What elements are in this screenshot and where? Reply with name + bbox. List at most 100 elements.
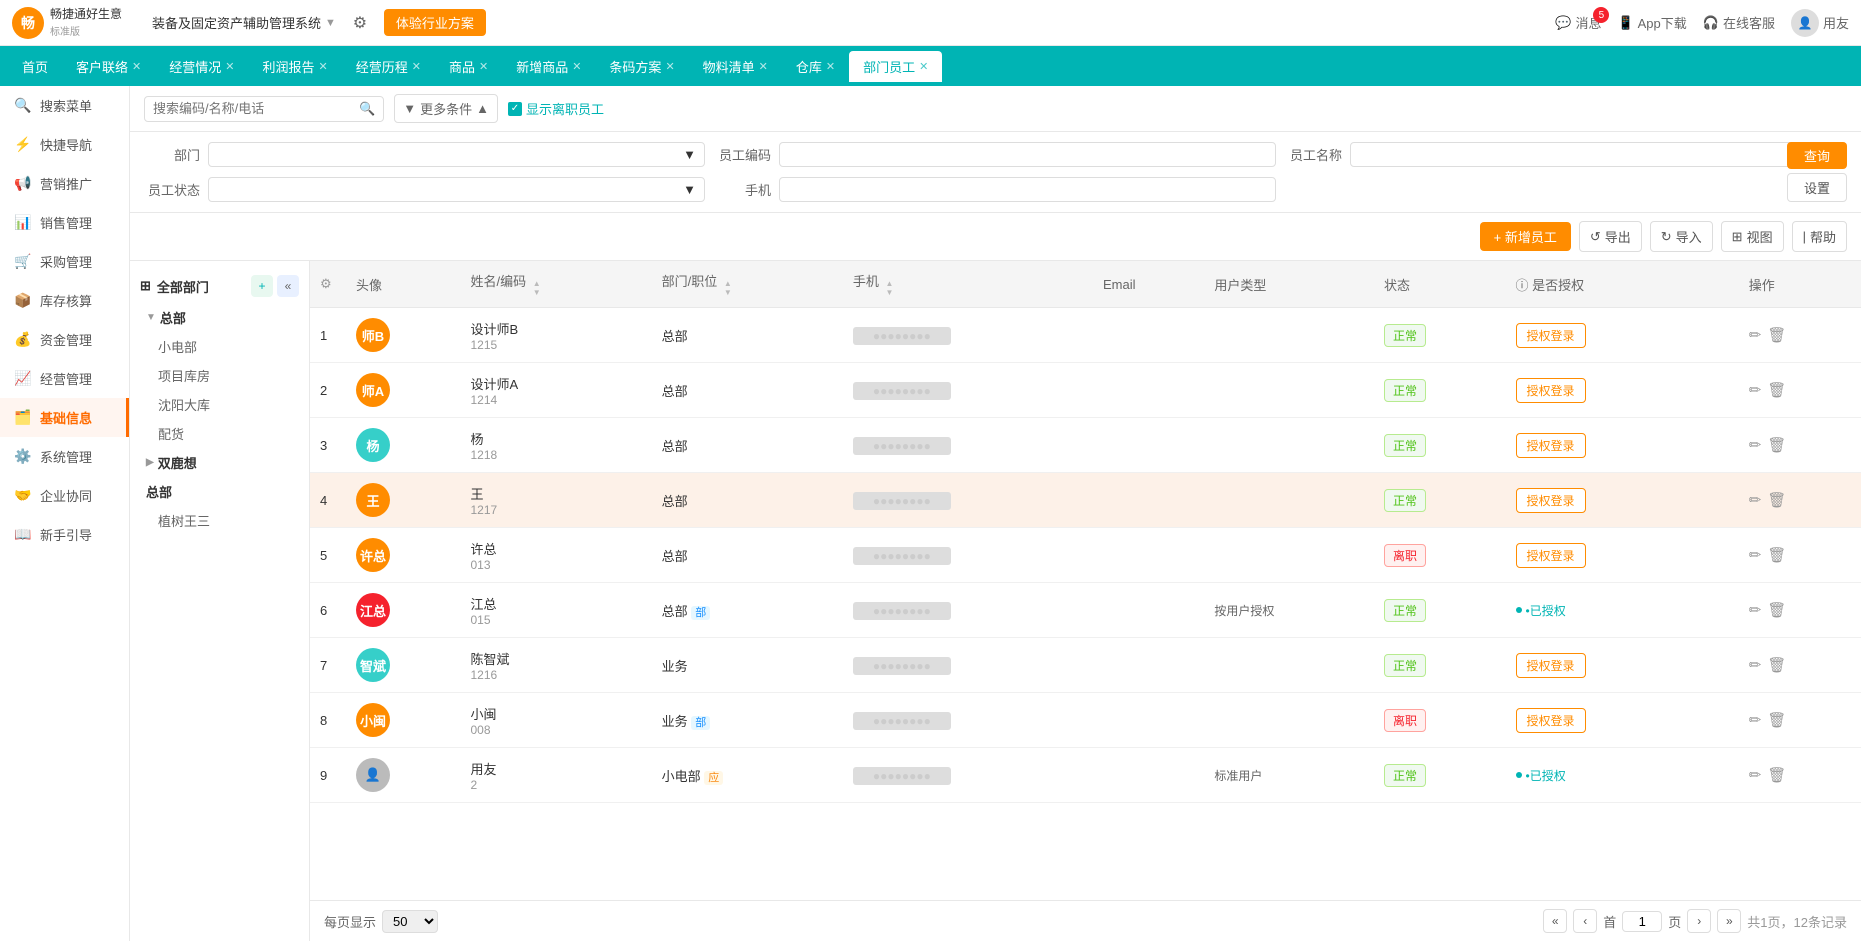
sidebar-item-新手引导[interactable]: 📖新手引导 bbox=[0, 515, 129, 554]
emp-code-input[interactable] bbox=[779, 142, 1276, 167]
more-button[interactable]: | 帮助 bbox=[1792, 221, 1847, 252]
dept-tree-node[interactable]: ▶双鹿想 bbox=[130, 448, 309, 477]
search-icon[interactable]: 🔍 bbox=[359, 101, 375, 117]
view-button[interactable]: ⊞ 视图 bbox=[1721, 221, 1784, 252]
dept-tree-node[interactable]: 植树王三 bbox=[130, 506, 309, 535]
dept-tree-node[interactable]: 总部 bbox=[130, 477, 309, 506]
nav-tab-close-icon[interactable]: ✕ bbox=[412, 60, 421, 73]
sidebar-item-资金管理[interactable]: 💰资金管理 bbox=[0, 320, 129, 359]
auth-button[interactable]: 授权登录 bbox=[1516, 433, 1586, 458]
sidebar-item-搜索菜单[interactable]: 🔍搜索菜单 bbox=[0, 86, 129, 125]
name-sort-icon[interactable]: ▲ ▼ bbox=[533, 280, 541, 297]
sidebar-item-系统管理[interactable]: ⚙️系统管理 bbox=[0, 437, 129, 476]
nav-tab-close-icon[interactable]: ✕ bbox=[826, 60, 835, 73]
nav-tab[interactable]: 经营情况✕ bbox=[155, 51, 248, 82]
nav-tab[interactable]: 部门员工✕ bbox=[849, 51, 942, 82]
auth-button[interactable]: 授权登录 bbox=[1516, 488, 1586, 513]
online-service-button[interactable]: 🎧 在线客服 bbox=[1703, 13, 1775, 32]
nav-tab-close-icon[interactable]: ✕ bbox=[225, 60, 234, 73]
edit-icon[interactable]: ✏ bbox=[1749, 601, 1762, 619]
delete-icon[interactable]: 🗑 bbox=[1767, 326, 1786, 344]
nav-tab-close-icon[interactable]: ✕ bbox=[319, 60, 328, 73]
delete-icon[interactable]: 🗑 bbox=[1767, 491, 1786, 509]
sidebar-item-基础信息[interactable]: 🗂️基础信息 bbox=[0, 398, 129, 437]
edit-icon[interactable]: ✏ bbox=[1749, 491, 1762, 509]
sidebar-item-快捷导航[interactable]: ⚡快捷导航 bbox=[0, 125, 129, 164]
reset-button[interactable]: 设置 bbox=[1787, 173, 1847, 202]
nav-tab[interactable]: 新增商品✕ bbox=[502, 51, 595, 82]
phone-sort-icon[interactable]: ▲ ▼ bbox=[886, 280, 894, 297]
delete-icon[interactable]: 🗑 bbox=[1767, 766, 1786, 784]
nav-tab[interactable]: 利润报告✕ bbox=[248, 51, 341, 82]
delete-icon[interactable]: 🗑 bbox=[1767, 381, 1786, 399]
app-download-button[interactable]: 📱 App下载 bbox=[1617, 13, 1686, 32]
system-title[interactable]: 装备及固定资产辅助管理系统 ▼ bbox=[152, 13, 336, 32]
page-size-select[interactable]: 50 100 bbox=[382, 910, 438, 933]
edit-icon[interactable]: ✏ bbox=[1749, 436, 1762, 454]
sidebar-item-库存核算[interactable]: 📦库存核算 bbox=[0, 281, 129, 320]
delete-icon[interactable]: 🗑 bbox=[1767, 436, 1786, 454]
message-button[interactable]: 💬 消息 5 bbox=[1555, 13, 1601, 32]
nav-tab-close-icon[interactable]: ✕ bbox=[572, 60, 581, 73]
show-resigned-checkbox[interactable]: ✓ 显示离职员工 bbox=[508, 99, 604, 118]
next-page-button[interactable]: › bbox=[1687, 909, 1711, 933]
edit-icon[interactable]: ✏ bbox=[1749, 326, 1762, 344]
first-page-button[interactable]: « bbox=[1543, 909, 1567, 933]
dept-select[interactable]: ▼ bbox=[208, 142, 705, 167]
th-phone[interactable]: 手机 ▲ ▼ bbox=[843, 261, 1093, 308]
search-input[interactable] bbox=[153, 101, 353, 116]
last-page-button[interactable]: » bbox=[1717, 909, 1741, 933]
add-employee-button[interactable]: + 新增员工 bbox=[1480, 222, 1571, 251]
auth-button[interactable]: 授权登录 bbox=[1516, 378, 1586, 403]
dept-add-icon[interactable]: + bbox=[251, 275, 273, 297]
prev-page-button[interactable]: ‹ bbox=[1573, 909, 1597, 933]
nav-tab[interactable]: 条码方案✕ bbox=[595, 51, 688, 82]
edit-icon[interactable]: ✏ bbox=[1749, 546, 1762, 564]
search-input-wrap[interactable]: 🔍 bbox=[144, 96, 384, 122]
nav-tab[interactable]: 客户联络✕ bbox=[62, 51, 155, 82]
delete-icon[interactable]: 🗑 bbox=[1767, 546, 1786, 564]
nav-tab[interactable]: 商品✕ bbox=[435, 51, 502, 82]
auth-button[interactable]: 授权登录 bbox=[1516, 543, 1586, 568]
dept-tree-node[interactable]: 项目库房 bbox=[130, 361, 309, 390]
nav-tab-close-icon[interactable]: ✕ bbox=[665, 60, 674, 73]
emp-name-input[interactable] bbox=[1350, 142, 1847, 167]
dept-collapse-icon[interactable]: « bbox=[277, 275, 299, 297]
delete-icon[interactable]: 🗑 bbox=[1767, 601, 1786, 619]
delete-icon[interactable]: 🗑 bbox=[1767, 656, 1786, 674]
nav-tab-close-icon[interactable]: ✕ bbox=[132, 60, 141, 73]
page-number-input[interactable] bbox=[1622, 911, 1662, 932]
nav-tab[interactable]: 物料清单✕ bbox=[689, 51, 782, 82]
sidebar-item-采购管理[interactable]: 🛒采购管理 bbox=[0, 242, 129, 281]
delete-icon[interactable]: 🗑 bbox=[1767, 711, 1786, 729]
nav-tab-close-icon[interactable]: ✕ bbox=[759, 60, 768, 73]
th-dept-position[interactable]: 部门/职位 ▲ ▼ bbox=[652, 261, 843, 308]
edit-icon[interactable]: ✏ bbox=[1749, 711, 1762, 729]
edit-icon[interactable]: ✏ bbox=[1749, 766, 1762, 784]
auth-button[interactable]: 授权登录 bbox=[1516, 708, 1586, 733]
nav-tab-close-icon[interactable]: ✕ bbox=[479, 60, 488, 73]
user-menu[interactable]: 👤 用友 bbox=[1791, 9, 1849, 37]
sidebar-item-企业协同[interactable]: 🤝企业协同 bbox=[0, 476, 129, 515]
sidebar-item-营销推广[interactable]: 📢营销推广 bbox=[0, 164, 129, 203]
emp-status-select[interactable]: ▼ bbox=[208, 177, 705, 202]
nav-tab[interactable]: 首页 bbox=[8, 51, 62, 82]
auth-button[interactable]: 授权登录 bbox=[1516, 653, 1586, 678]
search-button[interactable]: 查询 bbox=[1787, 142, 1847, 169]
dept-tree-node[interactable]: 沈阳大库 bbox=[130, 390, 309, 419]
filter-more-button[interactable]: ▼ 更多条件 ▲ bbox=[394, 94, 498, 123]
sidebar-item-销售管理[interactable]: 📊销售管理 bbox=[0, 203, 129, 242]
phone-input[interactable] bbox=[779, 177, 1276, 202]
sidebar-item-经营管理[interactable]: 📈经营管理 bbox=[0, 359, 129, 398]
edit-icon[interactable]: ✏ bbox=[1749, 381, 1762, 399]
trial-button[interactable]: 体验行业方案 bbox=[384, 9, 486, 36]
nav-tab-close-icon[interactable]: ✕ bbox=[919, 60, 928, 73]
auth-button[interactable]: 授权登录 bbox=[1516, 323, 1586, 348]
dept-tree-node[interactable]: 配货 bbox=[130, 419, 309, 448]
import-button[interactable]: ↻ 导入 bbox=[1650, 221, 1713, 252]
nav-tab[interactable]: 经营历程✕ bbox=[342, 51, 435, 82]
nav-tab[interactable]: 仓库✕ bbox=[782, 51, 849, 82]
dept-sort-icon[interactable]: ▲ ▼ bbox=[724, 280, 732, 297]
th-name-code[interactable]: 姓名/编码 ▲ ▼ bbox=[460, 261, 651, 308]
edit-icon[interactable]: ✏ bbox=[1749, 656, 1762, 674]
